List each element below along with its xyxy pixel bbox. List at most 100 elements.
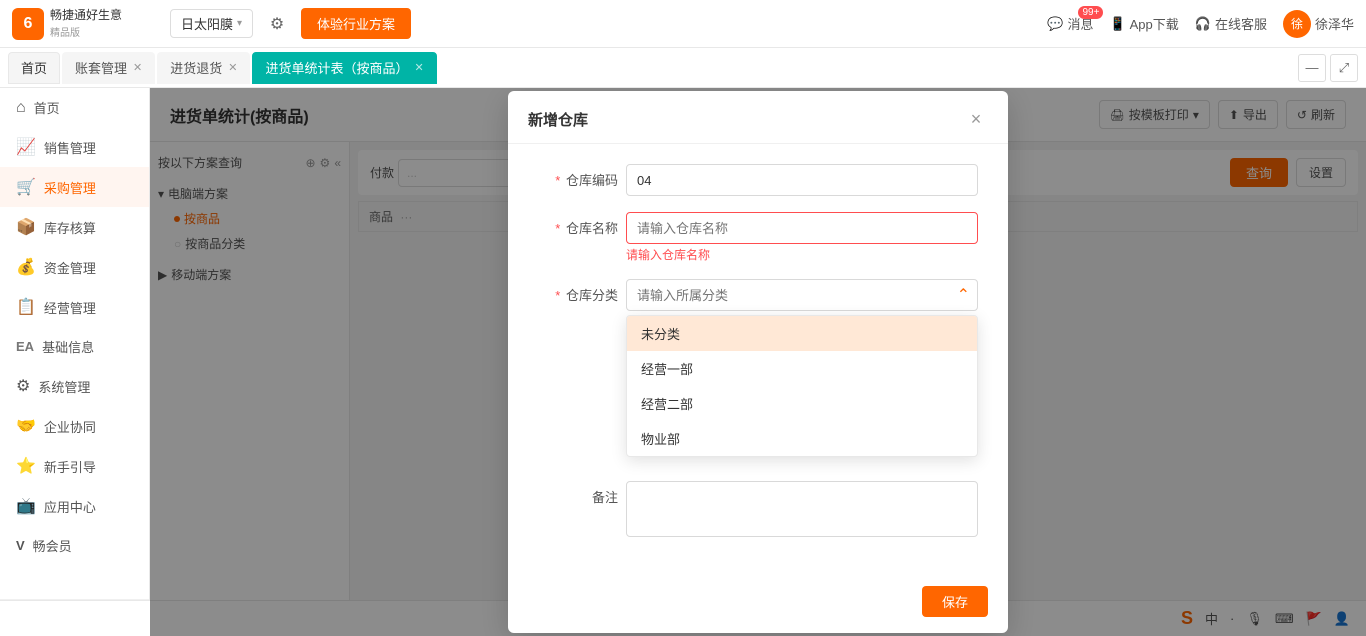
sidebar-item-system[interactable]: ⚙ 系统管理 — [0, 366, 149, 406]
purchase-icon: 🛒 — [16, 177, 36, 197]
user-item[interactable]: 徐 徐泽华 — [1283, 10, 1354, 38]
dropdown-item-0[interactable]: 未分类 — [627, 316, 977, 351]
sidebar-sales-label: 销售管理 — [44, 138, 96, 157]
name-error-message: 请输入仓库名称 — [626, 246, 978, 263]
dropdown-item-2[interactable]: 经营二部 — [627, 386, 977, 421]
tab-purchase-return[interactable]: 进货退货 ✕ — [157, 52, 250, 84]
sidebar-guide-label: 新手引导 — [44, 457, 96, 476]
headset-icon: 🎧 — [1195, 16, 1211, 32]
sidebar-basic-info-label: 基础信息 — [42, 337, 94, 356]
tab-home[interactable]: 首页 — [8, 52, 60, 84]
sales-icon: 📈 — [16, 137, 36, 157]
collab-icon: 🤝 — [16, 416, 36, 436]
guide-icon: ⭐ — [16, 456, 36, 476]
basic-info-icon: EA — [16, 339, 34, 354]
tab-accounts-close-icon[interactable]: ✕ — [133, 61, 142, 74]
sidebar-purchase-label: 采购管理 — [44, 178, 96, 197]
sidebar-item-guide[interactable]: ⭐ 新手引导 — [0, 446, 149, 486]
name-field: 请输入仓库名称 — [626, 212, 978, 263]
note-field — [626, 481, 978, 540]
main-layout: ⌂ 首页 📈 销售管理 🛒 采购管理 📦 库存核算 💰 资金管理 📋 经营管理 … — [0, 88, 1366, 636]
sidebar-operations-label: 经营管理 — [44, 298, 96, 317]
sidebar-collab-label: 企业协同 — [44, 417, 96, 436]
system-icon: ⚙ — [16, 376, 30, 396]
tab-purchase-stats-close-icon[interactable]: ✕ — [415, 61, 424, 74]
app-label: App下载 — [1130, 14, 1179, 33]
sidebar-item-inventory[interactable]: 📦 库存核算 — [0, 207, 149, 247]
tab-bar: 首页 账套管理 ✕ 进货退货 ✕ 进货单统计表（按商品） ✕ — ⤢ — [0, 48, 1366, 88]
code-label: * 仓库编码 — [538, 164, 618, 189]
note-textarea[interactable] — [626, 481, 978, 537]
dropdown-item-3[interactable]: 物业部 — [627, 421, 977, 456]
message-icon: 💬 — [1047, 16, 1063, 32]
logo-area: 6 畅捷通好生意 精品版 — [12, 8, 162, 40]
sidebar-inventory-label: 库存核算 — [44, 218, 96, 237]
dropdown-item-1[interactable]: 经营一部 — [627, 351, 977, 386]
tab-purchase-return-label: 进货退货 — [170, 58, 222, 77]
sidebar-item-finance[interactable]: 💰 资金管理 — [0, 247, 149, 287]
tab-accounts-label: 账套管理 — [75, 58, 127, 77]
sidebar-item-basic-info[interactable]: EA 基础信息 — [0, 327, 149, 366]
category-input[interactable] — [626, 279, 978, 311]
app-icon: 📱 — [1109, 16, 1125, 32]
settings-icon[interactable]: ⚙ — [261, 8, 293, 40]
sidebar-item-apps[interactable]: 📺 应用中心 — [0, 486, 149, 526]
inventory-icon: 📦 — [16, 217, 36, 237]
sidebar-item-purchase[interactable]: 🛒 采购管理 — [0, 167, 149, 207]
store-name: 日太阳膜 — [181, 14, 233, 33]
modal-header: 新增仓库 × — [508, 91, 1008, 144]
trial-button[interactable]: 体验行业方案 — [301, 8, 411, 39]
modal-overlay: 新增仓库 × * 仓库编码 — [150, 88, 1366, 636]
apps-icon: 📺 — [16, 496, 36, 516]
category-field: ⌃ 未分类 经营一部 经营二部 物业部 — [626, 279, 978, 311]
header-right: 💬 消息 99+ 📱 App下载 🎧 在线客服 徐 徐泽华 — [1047, 10, 1354, 38]
tab-purchase-return-close-icon[interactable]: ✕ — [228, 61, 237, 74]
sidebar-item-vip[interactable]: V 畅会员 — [0, 526, 149, 565]
sidebar-apps-label: 应用中心 — [44, 497, 96, 516]
operations-icon: 📋 — [16, 297, 36, 317]
save-button[interactable]: 保存 — [922, 586, 988, 617]
app-download-item[interactable]: 📱 App下载 — [1109, 14, 1178, 33]
sidebar-item-operations[interactable]: 📋 经营管理 — [0, 287, 149, 327]
message-badge: 99+ — [1078, 6, 1103, 19]
finance-icon: 💰 — [16, 257, 36, 277]
modal-footer: 保存 — [508, 576, 1008, 633]
vip-icon: V — [16, 538, 25, 553]
sidebar-vip-label: 畅会员 — [33, 536, 72, 555]
tab-maximize-button[interactable]: ⤢ — [1330, 54, 1358, 82]
avatar: 徐 — [1283, 10, 1311, 38]
tab-home-label: 首页 — [21, 58, 47, 77]
name-label: * 仓库名称 — [538, 212, 618, 237]
modal-close-button[interactable]: × — [964, 107, 988, 131]
sidebar-item-home[interactable]: ⌂ 首页 — [0, 88, 149, 127]
category-row: * 仓库分类 ⌃ 未分类 经营一部 经 — [538, 279, 978, 311]
note-row: 备注 — [538, 481, 978, 540]
sidebar-home-label: 首页 — [34, 98, 60, 117]
top-header: 6 畅捷通好生意 精品版 日太阳膜 ▾ ⚙ 体验行业方案 💬 消息 99+ 📱 … — [0, 0, 1366, 48]
logo-line2: 精品版 — [50, 24, 122, 39]
code-input[interactable] — [626, 164, 978, 196]
store-selector[interactable]: 日太阳膜 ▾ — [170, 9, 253, 38]
modal-body: * 仓库编码 * 仓库名称 — [508, 144, 1008, 576]
sidebar-item-collab[interactable]: 🤝 企业协同 — [0, 406, 149, 446]
sidebar-system-label: 系统管理 — [38, 377, 90, 396]
name-input[interactable] — [626, 212, 978, 244]
modal-new-warehouse: 新增仓库 × * 仓库编码 — [508, 91, 1008, 633]
sidebar-item-sales[interactable]: 📈 销售管理 — [0, 127, 149, 167]
chevron-up-icon[interactable]: ⌃ — [957, 285, 970, 305]
logo-line1: 畅捷通好生意 — [50, 8, 122, 24]
tab-purchase-stats[interactable]: 进货单统计表（按商品） ✕ — [252, 52, 436, 84]
online-service-item[interactable]: 🎧 在线客服 — [1195, 14, 1267, 33]
tab-minimize-button[interactable]: — — [1298, 54, 1326, 82]
store-arrow-icon: ▾ — [237, 18, 242, 29]
message-item[interactable]: 💬 消息 99+ — [1047, 14, 1093, 33]
service-label: 在线客服 — [1215, 14, 1267, 33]
tab-accounts[interactable]: 账套管理 ✕ — [62, 52, 155, 84]
name-row: * 仓库名称 请输入仓库名称 — [538, 212, 978, 263]
content-area: 进货单统计(按商品) 🖨 按模板打印 ▾ ⬆ 导出 ↺ 刷新 — [150, 88, 1366, 636]
tab-controls: — ⤢ — [1298, 54, 1358, 82]
logo-icon: 6 — [12, 8, 44, 40]
code-field — [626, 164, 978, 196]
home-icon: ⌂ — [16, 99, 26, 117]
code-row: * 仓库编码 — [538, 164, 978, 196]
